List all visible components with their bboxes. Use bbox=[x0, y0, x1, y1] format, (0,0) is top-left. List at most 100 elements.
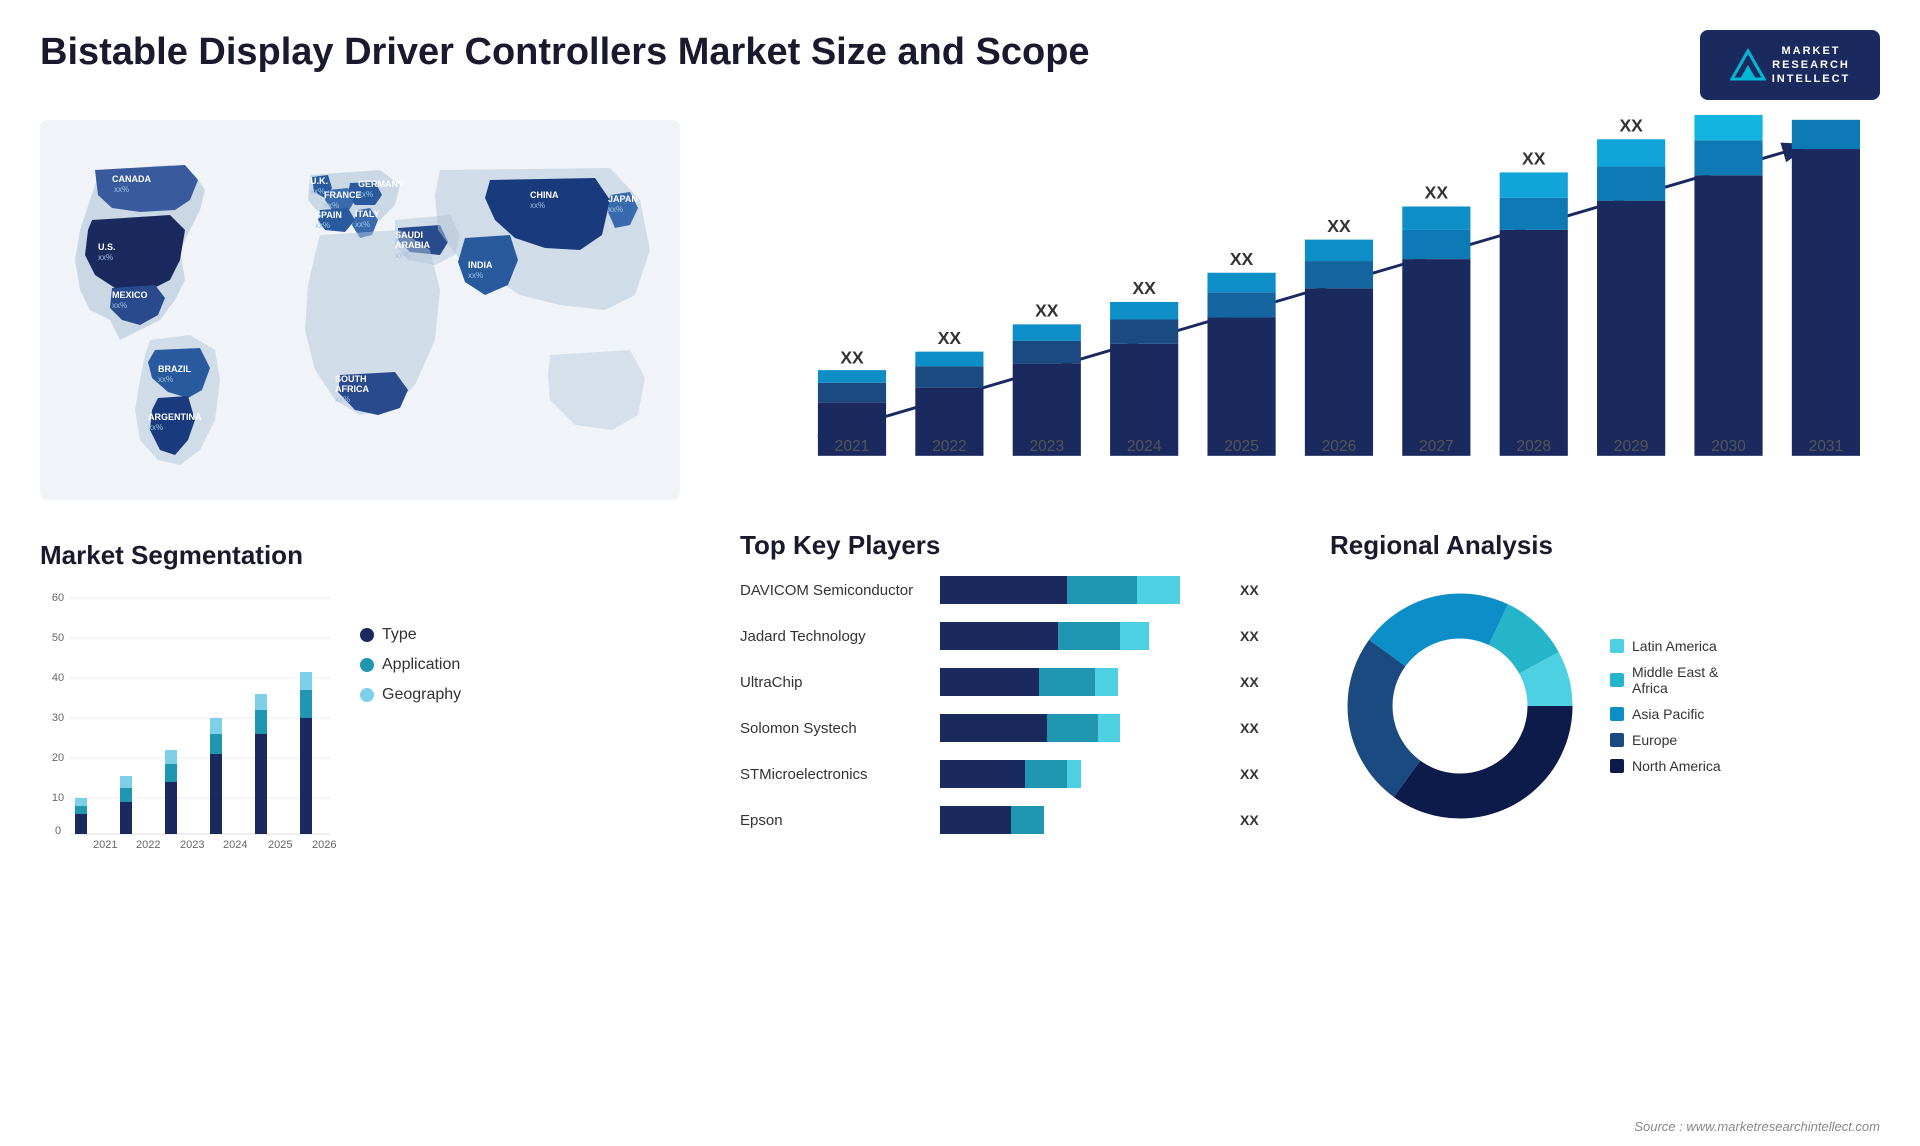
bar-label-2021: 2021 bbox=[835, 438, 870, 455]
svg-text:xx%: xx% bbox=[335, 395, 350, 404]
bar-2026-seg2 bbox=[1305, 261, 1373, 288]
bar-2023-seg2 bbox=[1013, 341, 1081, 363]
main-content: CANADA xx% U.S. xx% MEXICO xx% BRAZIL xx… bbox=[0, 110, 1920, 1146]
map-label-japan: JAPAN bbox=[608, 194, 638, 204]
player-bar-ultrachip bbox=[940, 668, 1222, 696]
bar-2025-seg3 bbox=[1207, 273, 1275, 292]
bar-label-2026: 2026 bbox=[1322, 438, 1357, 455]
svg-text:xx%: xx% bbox=[114, 185, 129, 194]
bar-epson-seg2 bbox=[1011, 806, 1045, 834]
player-name-epson: Epson bbox=[740, 812, 930, 829]
svg-text:xx%: xx% bbox=[608, 205, 623, 214]
chart-section: 2021 XX 2022 XX 2023 XX 2024 XX bbox=[720, 110, 1880, 530]
player-bar-epson bbox=[940, 806, 1222, 834]
player-row-epson: Epson XX bbox=[740, 806, 1270, 834]
bar-label-2030: 2030 bbox=[1711, 438, 1746, 455]
bar-2024-seg3 bbox=[1110, 302, 1178, 320]
map-label-argentina: ARGENTINA bbox=[148, 412, 202, 422]
bar-value-2024: XX bbox=[1132, 278, 1156, 298]
player-value-stmicro: XX bbox=[1240, 766, 1270, 782]
seg-bar-2025-type bbox=[255, 734, 267, 834]
map-label-uk: U.K. bbox=[310, 176, 328, 186]
seg-bar-2024-geo bbox=[210, 718, 222, 734]
map-label-france: FRANCE bbox=[324, 190, 362, 200]
bar-2031-seg2 bbox=[1792, 120, 1860, 149]
regional-label-latin-america: Latin America bbox=[1632, 638, 1717, 654]
seg-bar-2024-app bbox=[210, 734, 222, 754]
map-section: CANADA xx% U.S. xx% MEXICO xx% BRAZIL xx… bbox=[40, 110, 720, 530]
bar-2030-seg1 bbox=[1694, 175, 1762, 455]
bar-solomon-seg1 bbox=[940, 714, 1047, 742]
legend-application: Application bbox=[360, 656, 461, 674]
player-row-solomon: Solomon Systech XX bbox=[740, 714, 1270, 742]
bar-2031-seg1 bbox=[1792, 149, 1860, 456]
bar-davicom-seg1 bbox=[940, 576, 1067, 604]
player-value-epson: XX bbox=[1240, 812, 1270, 828]
seg-bar-2022-type bbox=[120, 802, 132, 834]
seg-y-30: 30 bbox=[52, 712, 64, 724]
regional-label-asia-pacific: Asia Pacific bbox=[1632, 706, 1704, 722]
map-label-us: U.S. bbox=[98, 242, 116, 252]
bar-stmicro-seg2 bbox=[1025, 760, 1067, 788]
regional-dot-asia-pacific bbox=[1610, 707, 1624, 721]
bar-stmicro-seg3 bbox=[1067, 760, 1081, 788]
bar-2027-seg1 bbox=[1402, 259, 1470, 456]
legend-geo-label: Geography bbox=[382, 686, 461, 704]
bar-2028-seg1 bbox=[1500, 230, 1568, 456]
bar-solomon-seg3 bbox=[1098, 714, 1121, 742]
seg-y-50: 50 bbox=[52, 632, 64, 644]
bar-label-2028: 2028 bbox=[1516, 438, 1551, 455]
bar-value-2028: XX bbox=[1522, 149, 1546, 169]
svg-text:xx%: xx% bbox=[355, 220, 370, 229]
map-label-canada: CANADA bbox=[112, 174, 151, 184]
svg-text:xx%: xx% bbox=[358, 190, 373, 199]
bar-davicom-seg3 bbox=[1137, 576, 1179, 604]
seg-bar-2023-app bbox=[165, 764, 177, 782]
regional-label-middle-east: Middle East &Africa bbox=[1632, 664, 1718, 696]
map-label-mexico: MEXICO bbox=[112, 290, 148, 300]
map-label-south-africa: SOUTH bbox=[335, 374, 367, 384]
player-value-ultrachip: XX bbox=[1240, 674, 1270, 690]
bar-jadard-seg2 bbox=[1058, 622, 1120, 650]
bar-value-2021: XX bbox=[840, 347, 864, 367]
player-name-ultrachip: UltraChip bbox=[740, 674, 930, 691]
segmentation-title: Market Segmentation bbox=[40, 540, 720, 571]
player-bar-jadard bbox=[940, 622, 1222, 650]
regional-legend-latin-america: Latin America bbox=[1610, 638, 1721, 654]
regional-label-north-america: North America bbox=[1632, 758, 1721, 774]
bar-label-2031: 2031 bbox=[1809, 438, 1844, 455]
regional-label-europe: Europe bbox=[1632, 732, 1677, 748]
regional-legend-asia-pacific: Asia Pacific bbox=[1610, 706, 1721, 722]
regional-dot-europe bbox=[1610, 733, 1624, 747]
svg-text:AFRICA: AFRICA bbox=[335, 384, 369, 394]
bar-solomon-seg2 bbox=[1047, 714, 1098, 742]
legend-geo-dot bbox=[360, 688, 374, 702]
seg-y-40: 40 bbox=[52, 672, 64, 684]
bar-2029-seg2 bbox=[1597, 167, 1665, 201]
bar-2030-seg2 bbox=[1694, 140, 1762, 175]
seg-bar-2024-type bbox=[210, 754, 222, 834]
bar-2024-seg2 bbox=[1110, 319, 1178, 343]
svg-text:xx%: xx% bbox=[324, 201, 339, 210]
svg-text:xx%: xx% bbox=[98, 253, 113, 262]
svg-text:xx%: xx% bbox=[530, 201, 545, 210]
bar-jadard-seg1 bbox=[940, 622, 1058, 650]
seg-chart-area: 60 50 40 30 20 10 0 bbox=[40, 586, 340, 861]
seg-bar-2023-type bbox=[165, 782, 177, 834]
bar-value-2022: XX bbox=[938, 328, 962, 348]
bar-2021-seg2 bbox=[818, 383, 886, 402]
bar-value-2029: XX bbox=[1619, 116, 1643, 136]
bar-2022-seg3 bbox=[915, 352, 983, 367]
world-map: CANADA xx% U.S. xx% MEXICO xx% BRAZIL xx… bbox=[40, 120, 680, 500]
seg-y-60: 60 bbox=[52, 592, 64, 604]
svg-text:xx%: xx% bbox=[112, 301, 127, 310]
svg-text:xx%: xx% bbox=[395, 251, 410, 260]
bar-label-2024: 2024 bbox=[1127, 438, 1162, 455]
player-value-davicom: XX bbox=[1240, 582, 1270, 598]
seg-bar-2025-geo bbox=[255, 694, 267, 710]
bar-2021-seg3 bbox=[818, 370, 886, 383]
legend-app-dot bbox=[360, 658, 374, 672]
svg-text:xx%: xx% bbox=[315, 221, 330, 230]
bar-2026-seg1 bbox=[1305, 288, 1373, 456]
svg-text:xx%: xx% bbox=[148, 423, 163, 432]
